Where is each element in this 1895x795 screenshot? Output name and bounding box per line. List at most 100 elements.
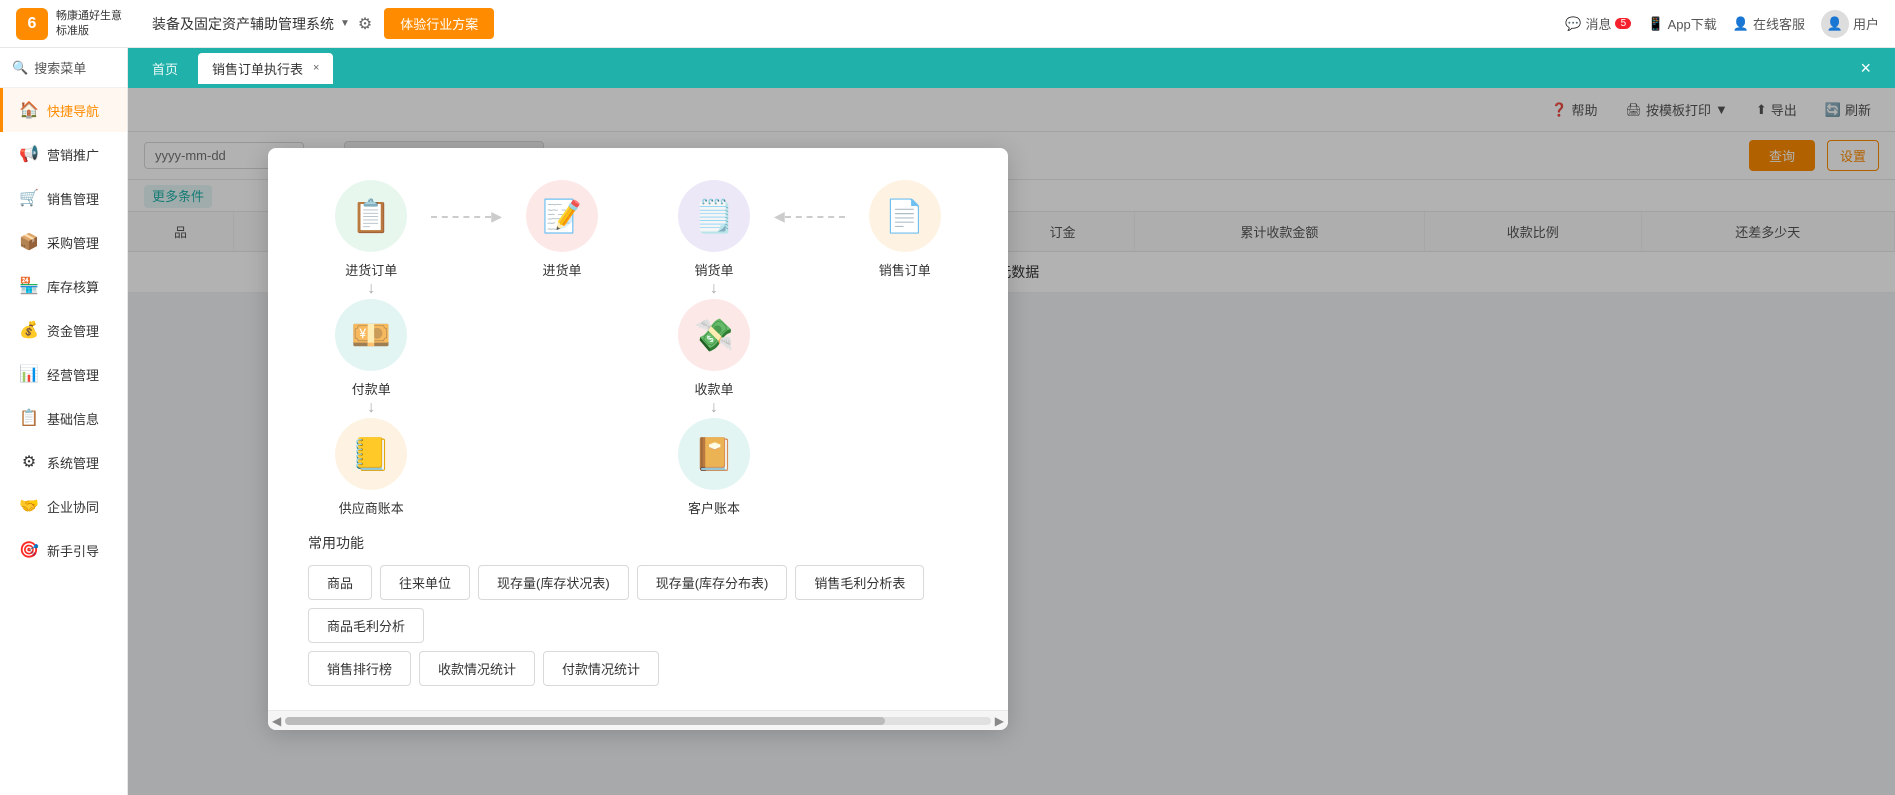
newbie-icon: 🎯 xyxy=(19,540,39,560)
flow-col-2: 📝 进货单 xyxy=(502,180,622,279)
func-btn-stock-dist[interactable]: 现存量(库存分布表) xyxy=(637,565,788,600)
func-btn-stock-status[interactable]: 现存量(库存状况表) xyxy=(478,565,629,600)
sidebar-item-purchase[interactable]: 📦 采购管理 xyxy=(0,220,127,264)
arrow-area-1: ▶ xyxy=(431,208,502,225)
search-menu-button[interactable]: 🔍 搜索菜单 xyxy=(0,48,127,88)
payment-circle: 💴 xyxy=(335,299,407,371)
logo-area: 6 畅康通好生意 标准版 xyxy=(16,8,144,40)
common-functions-section: 常用功能 商品 往来单位 现存量(库存状况表) 现存量(库存分布表) 销售毛利分… xyxy=(308,533,968,686)
sidebar-item-quick-nav[interactable]: 🏠 快捷导航 xyxy=(0,88,127,132)
arrow-down-2: ↓ xyxy=(367,400,375,416)
flow-item-sales-order[interactable]: 📄 销售订单 xyxy=(869,180,941,279)
scroll-track[interactable] xyxy=(285,717,991,725)
arrow-down-1: ↓ xyxy=(367,281,375,297)
supplier-account-circle: 📒 xyxy=(335,418,407,490)
search-icon: 🔍 xyxy=(12,60,28,76)
system-dropdown-icon[interactable]: ▼ xyxy=(340,18,350,29)
scroll-left-arrow[interactable]: ◀ xyxy=(272,714,281,728)
modal-box: 📋 进货订单 ↓ 💴 付款单 ↓ xyxy=(268,148,1008,730)
payment-label: 付款单 xyxy=(352,379,391,398)
common-title: 常用功能 xyxy=(308,533,968,553)
sidebar-item-finance[interactable]: 💰 资金管理 xyxy=(0,308,127,352)
gear-icon[interactable]: ⚙ xyxy=(358,14,372,34)
dashed-arrow-right-1: ▶ xyxy=(431,208,502,225)
sales-order-circle: 📄 xyxy=(869,180,941,252)
sidebar-item-newbie[interactable]: 🎯 新手引导 xyxy=(0,528,127,572)
sales-icon: 🛒 xyxy=(19,188,39,208)
flow-item-receipt[interactable]: 💸 收款单 xyxy=(678,299,750,398)
user-area[interactable]: 👤 用户 xyxy=(1821,10,1879,38)
message-icon: 💬 xyxy=(1565,16,1581,32)
logo-icon: 6 xyxy=(16,8,48,40)
app-download-button[interactable]: 📱 App下载 xyxy=(1647,14,1716,33)
modal-overlay[interactable]: 📋 进货订单 ↓ 💴 付款单 ↓ xyxy=(128,88,1895,795)
sidebar-item-sales[interactable]: 🛒 销售管理 xyxy=(0,176,127,220)
purchase-order-label: 进货订单 xyxy=(345,260,397,279)
tab-sales-order[interactable]: 销售订单执行表 × xyxy=(198,53,333,84)
purchase-bill-label: 进货单 xyxy=(542,260,581,279)
finance-icon: 💰 xyxy=(19,320,39,340)
enterprise-icon: 🤝 xyxy=(19,496,39,516)
sidebar: 🔍 搜索菜单 🏠 快捷导航 📢 营销推广 🛒 销售管理 📦 采购管理 🏪 xyxy=(0,48,128,795)
content-area: 首页 销售订单执行表 × × ❓ 帮助 🖨 xyxy=(128,48,1895,795)
flow-item-customer-account[interactable]: 📔 客户账本 xyxy=(678,418,750,517)
sidebar-item-marketing[interactable]: 📢 营销推广 xyxy=(0,132,127,176)
close-all-tabs-button[interactable]: × xyxy=(1844,58,1887,79)
receipt-circle: 💸 xyxy=(678,299,750,371)
user-avatar: 👤 xyxy=(1821,10,1849,38)
func-btn-product-gross[interactable]: 商品毛利分析 xyxy=(308,608,424,643)
scroll-right-arrow[interactable]: ▶ xyxy=(995,714,1004,728)
func-btn-payment-stats[interactable]: 付款情况统计 xyxy=(543,651,659,686)
arrow-area-2: ◀ xyxy=(774,208,845,225)
logo-text: 畅康通好生意 标准版 xyxy=(56,9,122,38)
service-icon: 👤 xyxy=(1733,16,1749,32)
func-btn-sales-rank[interactable]: 销售排行榜 xyxy=(308,651,411,686)
marketing-icon: 📢 xyxy=(19,144,39,164)
message-button[interactable]: 💬 消息 5 xyxy=(1565,14,1631,33)
online-service-button[interactable]: 👤 在线客服 xyxy=(1733,14,1805,33)
sidebar-item-enterprise[interactable]: 🤝 企业协同 xyxy=(0,484,127,528)
modal-content: 📋 进货订单 ↓ 💴 付款单 ↓ xyxy=(268,148,1008,710)
content-main: ❓ 帮助 🖨 按模板打印 ▼ ⬆ 导出 🔄 刷新 xyxy=(128,88,1895,795)
operations-icon: 📊 xyxy=(19,364,39,384)
system-icon: ⚙ xyxy=(19,452,39,472)
arrow-down-4: ↓ xyxy=(710,400,718,416)
tab-home[interactable]: 首页 xyxy=(136,51,194,86)
tab-close-icon[interactable]: × xyxy=(313,62,319,74)
func-btn-receipt-stats[interactable]: 收款情况统计 xyxy=(419,651,535,686)
tab-bar: 首页 销售订单执行表 × × xyxy=(128,48,1895,88)
purchase-bill-circle: 📝 xyxy=(526,180,598,252)
try-industry-button[interactable]: 体验行业方案 xyxy=(384,8,494,39)
customer-account-label: 客户账本 xyxy=(688,498,740,517)
flow-item-purchase-bill[interactable]: 📝 进货单 xyxy=(526,180,598,279)
flow-item-supplier-account[interactable]: 📒 供应商账本 xyxy=(335,418,407,517)
purchase-icon: 📦 xyxy=(19,232,39,252)
func-btn-product[interactable]: 商品 xyxy=(308,565,372,600)
flow-item-sales-bill[interactable]: 🗒️ 销货单 xyxy=(678,180,750,279)
quick-nav-icon: 🏠 xyxy=(19,100,39,120)
inventory-icon: 🏪 xyxy=(19,276,39,296)
flow-col-4: 📄 销售订单 xyxy=(845,180,965,279)
system-title: 装备及固定资产辅助管理系统 xyxy=(152,14,334,34)
flow-item-purchase-order[interactable]: 📋 进货订单 xyxy=(335,180,407,279)
sales-order-label: 销售订单 xyxy=(879,260,931,279)
dashed-arrow-right-2: ◀ xyxy=(774,208,845,225)
customer-account-circle: 📔 xyxy=(678,418,750,490)
sidebar-item-basic[interactable]: 📋 基础信息 xyxy=(0,396,127,440)
header-right: 💬 消息 5 📱 App下载 👤 在线客服 👤 用户 xyxy=(1565,10,1879,38)
arrow-down-3: ↓ xyxy=(710,281,718,297)
func-buttons-row-2: 销售排行榜 收款情况统计 付款情况统计 xyxy=(308,651,968,686)
flow-col-left: 📋 进货订单 ↓ 💴 付款单 ↓ xyxy=(311,180,431,517)
purchase-order-circle: 📋 xyxy=(335,180,407,252)
func-btn-counterpart[interactable]: 往来单位 xyxy=(380,565,470,600)
flow-item-payment[interactable]: 💴 付款单 xyxy=(335,299,407,398)
receipt-label: 收款单 xyxy=(694,379,733,398)
sidebar-item-operations[interactable]: 📊 经营管理 xyxy=(0,352,127,396)
supplier-account-label: 供应商账本 xyxy=(339,498,404,517)
mobile-icon: 📱 xyxy=(1647,16,1663,32)
sidebar-item-inventory[interactable]: 🏪 库存核算 xyxy=(0,264,127,308)
sidebar-item-system[interactable]: ⚙ 系统管理 xyxy=(0,440,127,484)
func-btn-sales-gross[interactable]: 销售毛利分析表 xyxy=(795,565,924,600)
basic-icon: 📋 xyxy=(19,408,39,428)
func-buttons-row-1: 商品 往来单位 现存量(库存状况表) 现存量(库存分布表) 销售毛利分析表 商品… xyxy=(308,565,968,643)
